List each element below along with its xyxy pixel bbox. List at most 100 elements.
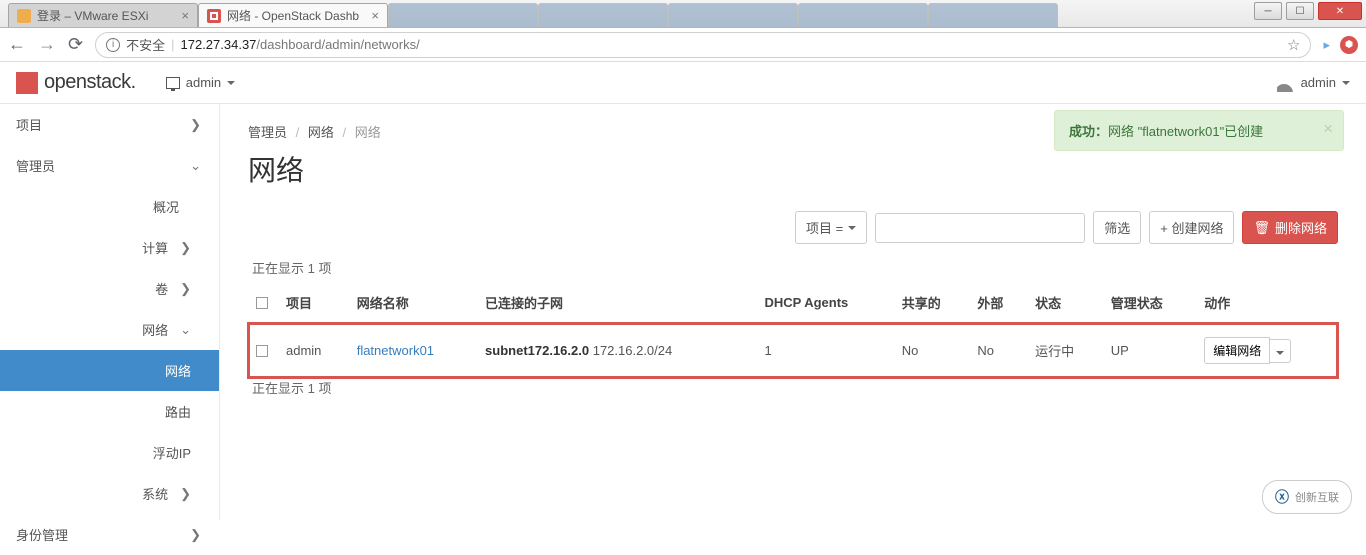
caret-down-icon xyxy=(227,81,235,85)
sidebar-label: 项目 xyxy=(16,115,42,134)
chevron-right-icon: ❯ xyxy=(180,240,191,256)
chevron-down-icon: ⌄ xyxy=(190,158,201,174)
sidebar-item-networks[interactable]: 网络 xyxy=(0,350,219,391)
cell-project: admin xyxy=(278,323,349,379)
cell-external: No xyxy=(969,323,1027,379)
networks-table: 项目 网络名称 已连接的子网 DHCP Agents 共享的 外部 状态 管理状… xyxy=(248,283,1338,378)
adblock-icon[interactable]: ⬢ xyxy=(1340,36,1358,54)
sidebar-label: 网络 xyxy=(16,361,191,380)
favicon-openstack xyxy=(207,9,221,23)
window-close-button[interactable]: ✕ xyxy=(1318,2,1362,20)
cell-status: 运行中 xyxy=(1027,323,1103,379)
sidebar-item-admin[interactable]: 管理员 ⌄ xyxy=(0,145,219,186)
network-name-link[interactable]: flatnetwork01 xyxy=(357,343,434,358)
th-actions: 动作 xyxy=(1196,283,1338,323)
caret-down-icon xyxy=(848,226,856,230)
breadcrumb-network[interactable]: 网络 xyxy=(308,125,334,140)
project-switcher[interactable]: admin xyxy=(166,75,235,90)
sidebar-item-compute[interactable]: 计算 ❯ xyxy=(0,227,219,268)
nav-back-icon[interactable]: ← xyxy=(8,34,26,55)
row-count-top: 正在显示 1 项 xyxy=(252,258,1338,277)
site-info-icon[interactable]: i xyxy=(106,38,120,52)
th-network-name[interactable]: 网络名称 xyxy=(349,283,477,323)
th-subnets[interactable]: 已连接的子网 xyxy=(477,283,756,323)
toolbar: 项目 = 筛选 + 创建网络 🗑 删除网络 xyxy=(248,211,1338,244)
watermark: ⓧ创新互联 xyxy=(1262,480,1352,514)
filter-field-dropdown[interactable]: 项目 = xyxy=(795,211,867,244)
breadcrumb-admin[interactable]: 管理员 xyxy=(248,125,287,140)
delete-network-button[interactable]: 🗑 删除网络 xyxy=(1242,211,1338,244)
success-alert: 成功：网络 "flatnetwork01"已创建 × xyxy=(1054,110,1344,151)
extension-icon[interactable]: ▸ xyxy=(1323,37,1330,53)
caret-down-icon xyxy=(1342,81,1350,85)
th-admin-state[interactable]: 管理状态 xyxy=(1103,283,1197,323)
table-row: admin flatnetwork01 subnet172.16.2.0 172… xyxy=(248,323,1338,379)
th-shared[interactable]: 共享的 xyxy=(894,283,970,323)
chevron-down-icon: ⌄ xyxy=(180,322,191,338)
logo-mark-icon xyxy=(16,72,38,94)
th-status[interactable]: 状态 xyxy=(1027,283,1103,323)
row-checkbox[interactable] xyxy=(256,345,268,357)
edit-network-button[interactable]: 编辑网络 xyxy=(1204,337,1270,364)
sidebar-item-project[interactable]: 项目 ❯ xyxy=(0,104,219,145)
caret-down-icon xyxy=(1276,351,1284,355)
sidebar-label: 身份管理 xyxy=(16,525,68,544)
sidebar-item-floating-ip[interactable]: 浮动IP xyxy=(0,432,219,473)
trash-icon: 🗑 xyxy=(1253,220,1270,236)
sidebar: 项目 ❯ 管理员 ⌄ 概况 计算 ❯ 卷 ❯ 网络 ⌄ 网络 路由 浮动IP xyxy=(0,104,220,520)
th-dhcp-agents[interactable]: DHCP Agents xyxy=(756,283,893,323)
browser-tab-ghost[interactable] xyxy=(538,3,668,27)
user-menu[interactable]: admin xyxy=(1277,74,1350,92)
window-minimize-button[interactable]: ─ xyxy=(1254,2,1282,20)
action-dropdown-button[interactable] xyxy=(1270,339,1291,363)
favicon-vmware xyxy=(17,9,31,23)
th-external[interactable]: 外部 xyxy=(969,283,1027,323)
chevron-right-icon: ❯ xyxy=(180,281,191,297)
nav-forward-icon[interactable]: → xyxy=(38,34,56,55)
tab-close-icon[interactable]: × xyxy=(371,8,379,23)
sidebar-label: 卷 xyxy=(0,279,180,298)
sidebar-label: 系统 xyxy=(0,484,180,503)
window-maximize-button[interactable]: ☐ xyxy=(1286,2,1314,20)
browser-tab-ghost[interactable] xyxy=(798,3,928,27)
address-bar-row: ← → ⟳ i 不安全 | 172.27.34.37/dashboard/adm… xyxy=(0,28,1366,62)
nav-reload-icon[interactable]: ⟳ xyxy=(68,34,83,55)
alert-message: 网络 "flatnetwork01"已创建 xyxy=(1108,124,1263,139)
chevron-right-icon: ❯ xyxy=(180,486,191,502)
browser-tab-openstack[interactable]: 网络 - OpenStack Dashb × xyxy=(198,3,388,27)
sidebar-item-identity[interactable]: 身份管理 ❯ xyxy=(0,514,219,555)
alert-prefix: 成功： xyxy=(1069,124,1108,139)
browser-tab-ghost[interactable] xyxy=(388,3,538,27)
sidebar-item-overview[interactable]: 概况 xyxy=(0,186,219,227)
sidebar-item-network-group[interactable]: 网络 ⌄ xyxy=(0,309,219,350)
th-project[interactable]: 项目 xyxy=(278,283,349,323)
row-count-bottom: 正在显示 1 项 xyxy=(252,378,1338,397)
url-text: 172.27.34.37/dashboard/admin/networks/ xyxy=(181,37,420,52)
breadcrumb-current: 网络 xyxy=(355,125,381,140)
filter-button[interactable]: 筛选 xyxy=(1093,211,1141,244)
tab-close-icon[interactable]: × xyxy=(181,8,189,23)
subnet-cidr: 172.16.2.0/24 xyxy=(593,343,673,358)
browser-tab-ghost[interactable] xyxy=(928,3,1058,27)
subnet-name-link[interactable]: subnet172.16.2.0 xyxy=(485,343,589,358)
openstack-header: openstack. admin admin xyxy=(0,62,1366,104)
browser-tab-vmware[interactable]: 登录 – VMware ESXi × xyxy=(8,3,198,27)
select-all-checkbox[interactable] xyxy=(256,297,268,309)
cell-admin-state: UP xyxy=(1103,323,1197,379)
sidebar-item-volumes[interactable]: 卷 ❯ xyxy=(0,268,219,309)
openstack-logo[interactable]: openstack. xyxy=(16,71,136,94)
browser-tab-ghost[interactable] xyxy=(668,3,798,27)
sidebar-label: 浮动IP xyxy=(16,443,191,462)
sidebar-item-system[interactable]: 系统 ❯ xyxy=(0,473,219,514)
alert-close-icon[interactable]: × xyxy=(1323,119,1333,139)
cell-dhcp-agents: 1 xyxy=(756,323,893,379)
bookmark-star-icon[interactable]: ☆ xyxy=(1287,36,1300,54)
sidebar-item-routers[interactable]: 路由 xyxy=(0,391,219,432)
address-bar[interactable]: i 不安全 | 172.27.34.37/dashboard/admin/net… xyxy=(95,32,1311,58)
sidebar-label: 管理员 xyxy=(16,156,55,175)
filter-input[interactable] xyxy=(875,213,1085,243)
sidebar-label: 概况 xyxy=(0,197,191,216)
user-menu-label: admin xyxy=(1301,75,1336,90)
desktop-icon xyxy=(166,77,180,89)
create-network-button[interactable]: + 创建网络 xyxy=(1149,211,1234,244)
